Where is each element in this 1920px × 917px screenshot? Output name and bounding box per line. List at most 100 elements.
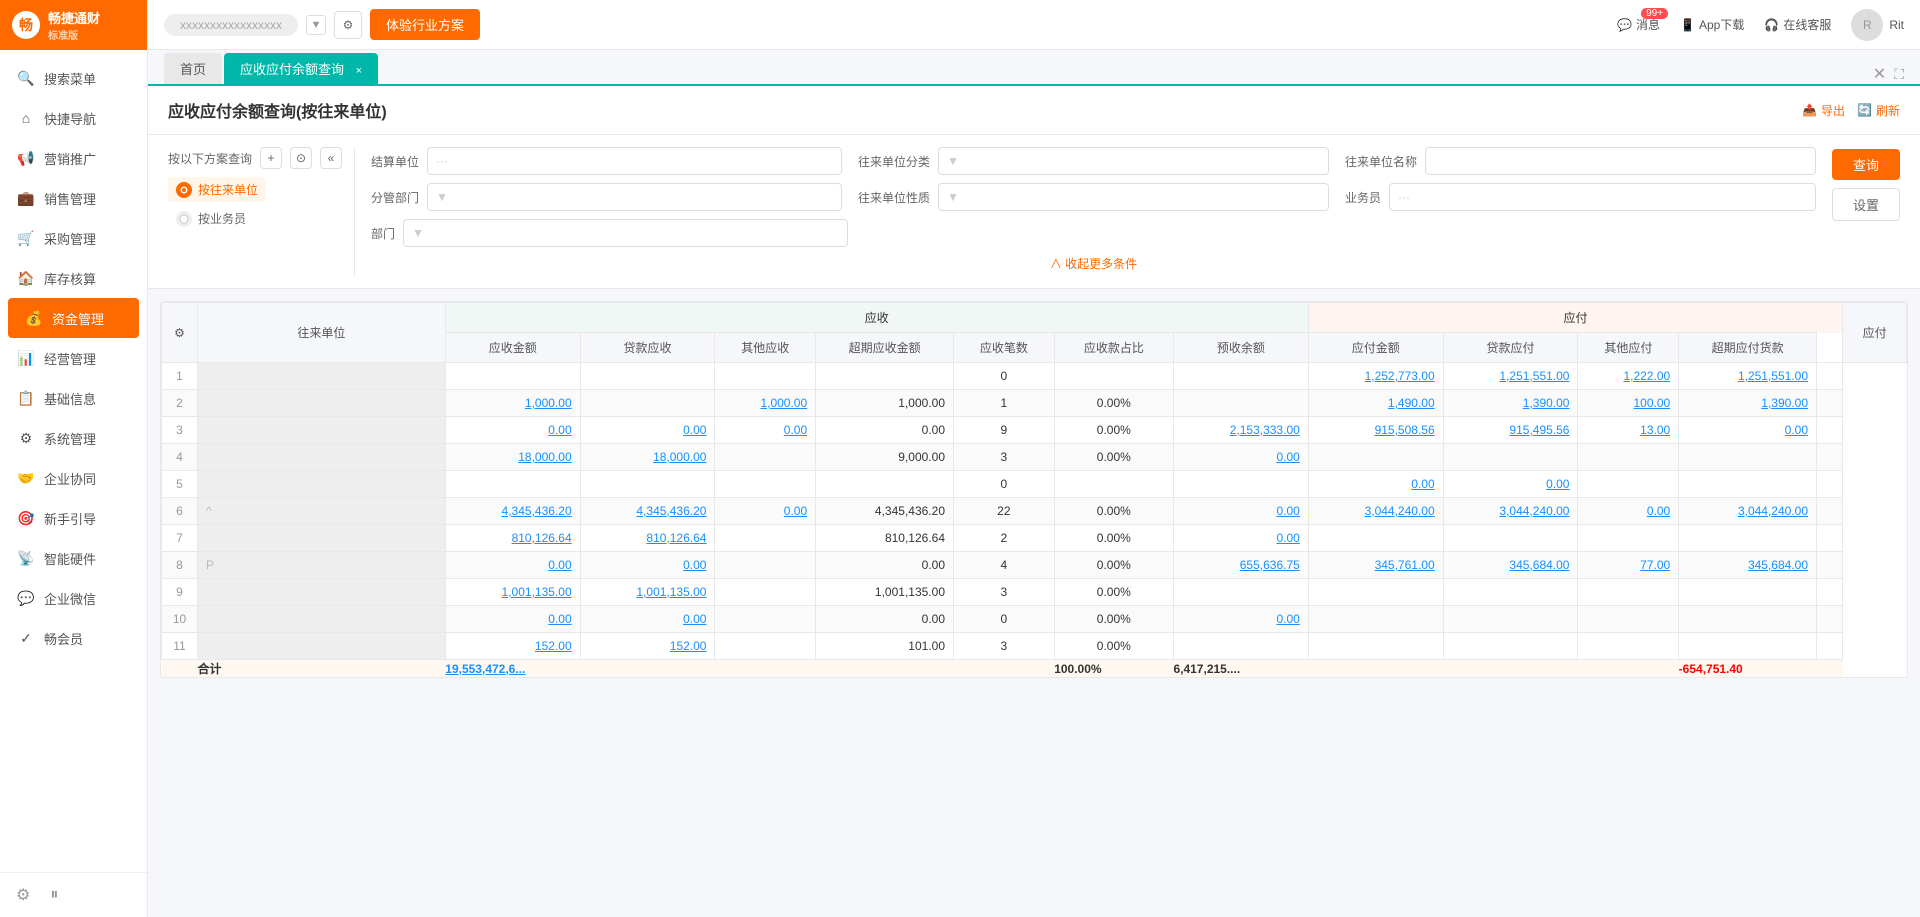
sidebar-item-inventory[interactable]: 🏠 库存核算 <box>0 258 147 298</box>
table-cell[interactable] <box>1173 471 1308 498</box>
table-cell[interactable]: 0.00 <box>715 498 816 525</box>
sidebar-item-wechat[interactable]: 💬 企业微信 <box>0 578 147 618</box>
table-cell[interactable]: 0.00 <box>580 552 715 579</box>
sidebar-item-operation[interactable]: 📊 经营管理 <box>0 338 147 378</box>
table-cell[interactable] <box>715 552 816 579</box>
online-service-btn[interactable]: 🎧 在线客服 <box>1764 16 1831 33</box>
table-cell[interactable] <box>715 606 816 633</box>
table-cell[interactable] <box>580 390 715 417</box>
table-cell[interactable] <box>715 471 816 498</box>
table-cell[interactable]: 0.00 <box>580 606 715 633</box>
table-cell[interactable] <box>715 579 816 606</box>
table-cell[interactable]: 0.00 <box>1173 498 1308 525</box>
table-cell[interactable] <box>1679 579 1817 606</box>
settings-footer-icon[interactable]: ⚙ <box>16 885 30 905</box>
table-cell[interactable]: 0.00 <box>1308 471 1443 498</box>
table-cell[interactable] <box>715 525 816 552</box>
sidebar-item-finance[interactable]: 💰 资金管理 <box>8 298 139 338</box>
sidebar-item-marketing[interactable]: 📢 营销推广 <box>0 138 147 178</box>
table-cell[interactable] <box>1578 444 1679 471</box>
table-cell[interactable]: 810,126.64 <box>445 525 580 552</box>
table-cell[interactable] <box>1173 363 1308 390</box>
table-cell[interactable] <box>1443 579 1578 606</box>
sidebar-item-quick-nav[interactable]: ⌂ 快捷导航 <box>0 98 147 138</box>
table-cell[interactable]: 3,044,240.00 <box>1679 498 1817 525</box>
table-cell[interactable] <box>445 363 580 390</box>
sidebar-item-basic-info[interactable]: 📋 基础信息 <box>0 378 147 418</box>
table-cell[interactable] <box>1679 633 1817 660</box>
table-settings-icon[interactable]: ⚙ <box>174 326 185 340</box>
table-cell[interactable]: 100.00 <box>1578 390 1679 417</box>
table-cell[interactable]: 18,000.00 <box>445 444 580 471</box>
table-cell[interactable]: 1,251,551.00 <box>1443 363 1578 390</box>
table-cell[interactable]: 4,345,436.20 <box>445 498 580 525</box>
tab-ar-ap-balance[interactable]: 应收应付余额查询 × <box>224 53 378 84</box>
table-cell[interactable]: 152.00 <box>580 633 715 660</box>
app-download-btn[interactable]: 📱 App下载 <box>1680 16 1744 33</box>
table-cell[interactable] <box>1173 579 1308 606</box>
table-cell[interactable] <box>715 633 816 660</box>
table-cell[interactable]: 0.00 <box>1173 444 1308 471</box>
tab-close-icon[interactable]: × <box>356 65 362 77</box>
table-cell[interactable]: 345,761.00 <box>1308 552 1443 579</box>
table-cell[interactable] <box>1173 390 1308 417</box>
delete-scheme-btn[interactable]: « <box>320 147 342 169</box>
table-cell[interactable]: 1,490.00 <box>1308 390 1443 417</box>
table-cell[interactable] <box>1679 606 1817 633</box>
table-cell[interactable]: 1,252,773.00 <box>1308 363 1443 390</box>
close-window-icon[interactable]: ✕ <box>1873 64 1886 84</box>
maximize-window-icon[interactable]: ⛶ <box>1894 66 1904 83</box>
table-cell[interactable]: 0.00 <box>1173 606 1308 633</box>
select-partner-nature[interactable]: ▼ <box>938 183 1329 211</box>
table-cell[interactable]: 810,126.64 <box>580 525 715 552</box>
table-cell[interactable]: 1,001,135.00 <box>580 579 715 606</box>
table-cell[interactable]: 655,636.75 <box>1173 552 1308 579</box>
table-cell[interactable] <box>1679 444 1817 471</box>
input-partner-name[interactable] <box>1425 147 1816 175</box>
sidebar-item-member[interactable]: ✓ 畅会员 <box>0 618 147 658</box>
table-cell[interactable]: 1,000.00 <box>715 390 816 417</box>
tab-home[interactable]: 首页 <box>164 53 222 84</box>
table-cell[interactable]: 0.00 <box>1578 498 1679 525</box>
table-cell[interactable]: 0.00 <box>715 417 816 444</box>
table-cell[interactable] <box>1443 633 1578 660</box>
table-cell[interactable] <box>1578 633 1679 660</box>
table-wrap[interactable]: ⚙ 往来单位 应收 应付 应付 应收金额 贷款应收 其他应收 超期应收金额 <box>161 302 1907 677</box>
promo-button[interactable]: 体验行业方案 <box>370 9 480 40</box>
table-cell[interactable] <box>1578 579 1679 606</box>
table-cell[interactable]: 0.00 <box>445 606 580 633</box>
table-cell[interactable] <box>580 363 715 390</box>
select-partner-type[interactable]: ▼ <box>938 147 1329 175</box>
table-cell[interactable] <box>1173 633 1308 660</box>
table-cell[interactable] <box>1578 606 1679 633</box>
message-btn[interactable]: 💬 消息 99+ <box>1617 16 1660 33</box>
sidebar-item-guide[interactable]: 🎯 新手引导 <box>0 498 147 538</box>
table-cell[interactable] <box>1578 471 1679 498</box>
table-cell[interactable] <box>1443 606 1578 633</box>
table-cell[interactable]: 13.00 <box>1578 417 1679 444</box>
sidebar-item-purchase[interactable]: 🛒 采购管理 <box>0 218 147 258</box>
sidebar-item-enterprise[interactable]: 🤝 企业协同 <box>0 458 147 498</box>
table-cell[interactable]: 1,251,551.00 <box>1679 363 1817 390</box>
table-cell[interactable]: 1,390.00 <box>1679 390 1817 417</box>
select-dept[interactable]: ▼ <box>427 183 842 211</box>
table-cell[interactable]: 1,000.00 <box>445 390 580 417</box>
sidebar-item-smart-hw[interactable]: 📡 智能硬件 <box>0 538 147 578</box>
select-department[interactable]: ▼ <box>403 219 848 247</box>
table-cell[interactable]: 0.00 <box>445 417 580 444</box>
table-cell[interactable] <box>1308 444 1443 471</box>
sidebar-item-search-menu[interactable]: 🔍 搜索菜单 <box>0 58 147 98</box>
table-cell[interactable]: 0.00 <box>445 552 580 579</box>
table-cell[interactable]: 1,222.00 <box>1578 363 1679 390</box>
table-cell[interactable] <box>1578 525 1679 552</box>
table-cell[interactable]: 915,508.56 <box>1308 417 1443 444</box>
table-cell[interactable]: 77.00 <box>1578 552 1679 579</box>
table-cell[interactable]: 915,495.56 <box>1443 417 1578 444</box>
table-cell[interactable]: 2,153,333.00 <box>1173 417 1308 444</box>
total-ar-amount[interactable]: 19,553,472,6... <box>445 660 580 678</box>
query-button[interactable]: 查询 <box>1832 149 1900 180</box>
breadcrumb-dropdown[interactable]: ▼ <box>306 15 326 35</box>
input-settlement[interactable]: ··· <box>427 147 842 175</box>
table-cell[interactable] <box>1308 525 1443 552</box>
table-cell[interactable]: 3,044,240.00 <box>1443 498 1578 525</box>
